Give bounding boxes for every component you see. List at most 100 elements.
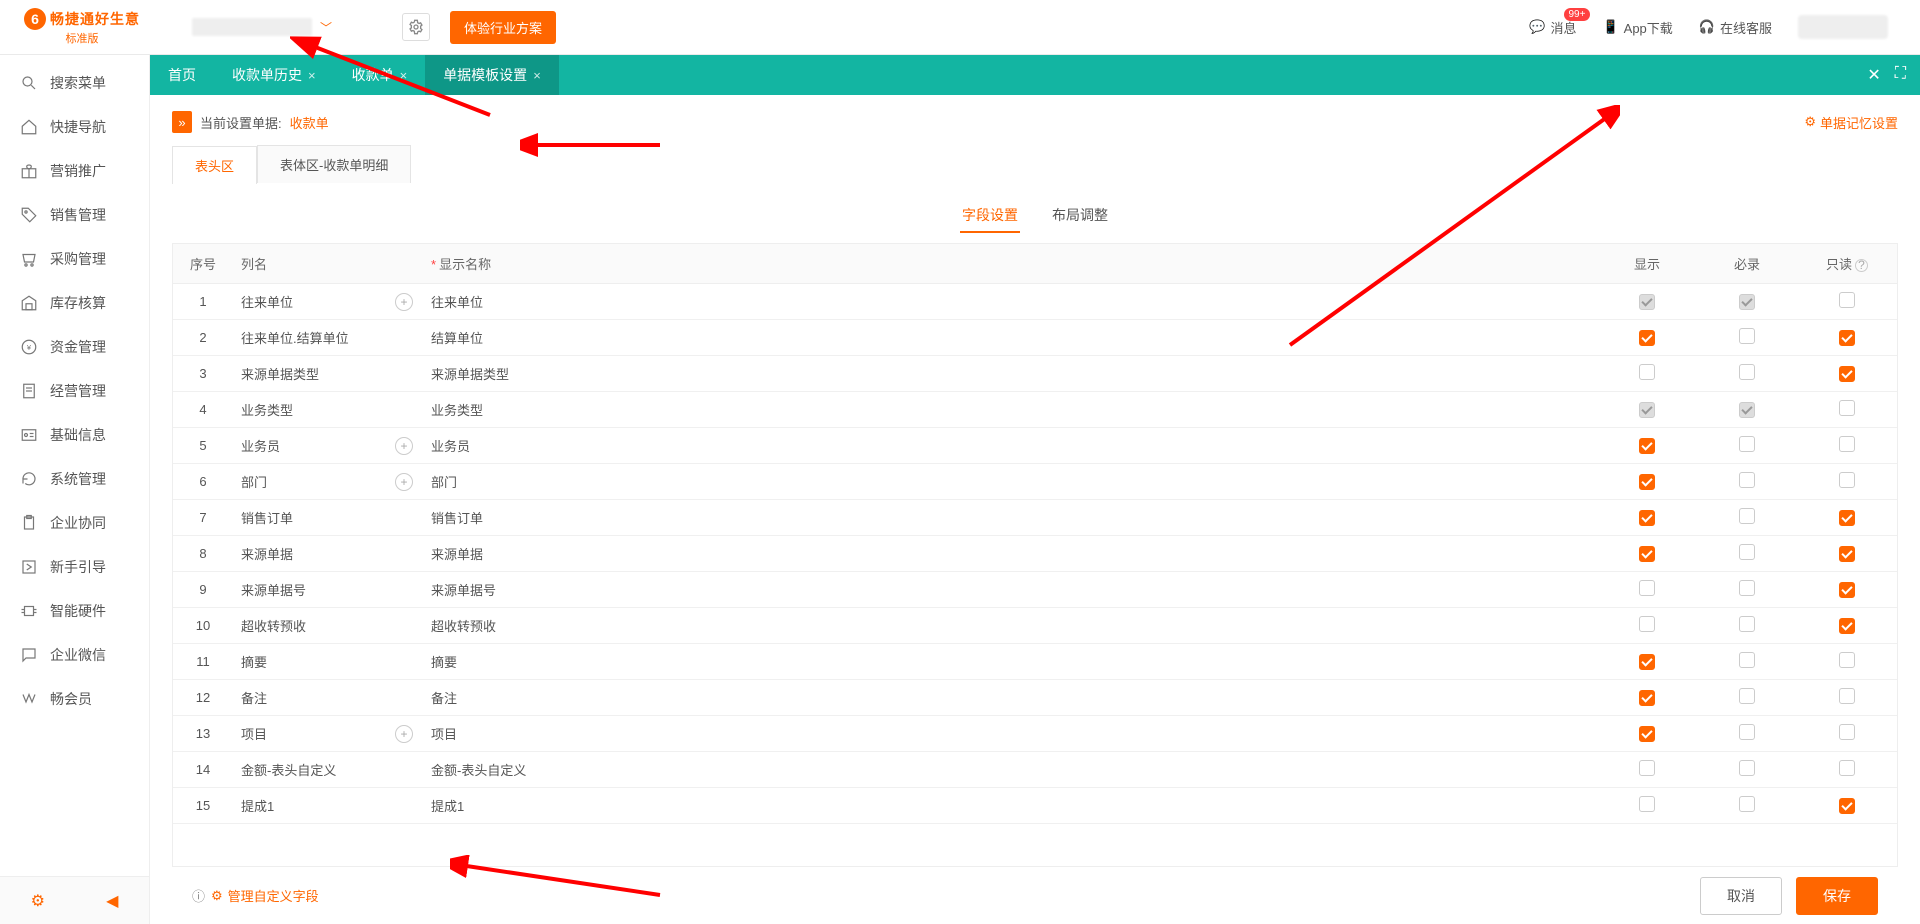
tab-layout-adjust[interactable]: 布局调整	[1050, 199, 1110, 233]
checkbox[interactable]	[1739, 652, 1755, 668]
sidebar-item-system[interactable]: 系统管理	[0, 457, 149, 501]
checkbox[interactable]	[1739, 508, 1755, 524]
checkbox[interactable]	[1639, 330, 1655, 346]
cell-display-name[interactable]: 业务员	[423, 428, 1597, 464]
sidebar-item-enterprise-co[interactable]: 企业协同	[0, 501, 149, 545]
checkbox[interactable]	[1839, 798, 1855, 814]
checkbox[interactable]	[1739, 688, 1755, 704]
checkbox[interactable]	[1839, 618, 1855, 634]
sidebar-item-operation[interactable]: 经营管理	[0, 369, 149, 413]
cell-display-name[interactable]: 往来单位	[423, 284, 1597, 320]
checkbox[interactable]	[1839, 688, 1855, 704]
cell-display-name[interactable]: 销售订单	[423, 500, 1597, 536]
add-icon[interactable]: +	[395, 437, 413, 455]
cell-display-name[interactable]: 来源单据号	[423, 572, 1597, 608]
help-icon[interactable]: ⓘ	[192, 886, 205, 905]
checkbox[interactable]	[1639, 580, 1655, 596]
sidebar-item-sales[interactable]: 销售管理	[0, 193, 149, 237]
expand-toggle[interactable]: »	[172, 111, 192, 133]
checkbox[interactable]	[1739, 436, 1755, 452]
checkbox[interactable]	[1639, 474, 1655, 490]
industry-solution-button[interactable]: 体验行业方案	[450, 11, 556, 44]
cell-display-name[interactable]: 项目	[423, 716, 1597, 752]
cell-display-name[interactable]: 部门	[423, 464, 1597, 500]
checkbox[interactable]	[1839, 400, 1855, 416]
settings-gear-button[interactable]	[402, 13, 430, 41]
help-icon[interactable]: ?	[1855, 259, 1868, 272]
checkbox[interactable]	[1839, 546, 1855, 562]
tab-field-settings[interactable]: 字段设置	[960, 199, 1020, 233]
checkbox[interactable]	[1739, 328, 1755, 344]
checkbox[interactable]	[1839, 436, 1855, 452]
checkbox[interactable]	[1739, 472, 1755, 488]
checkbox[interactable]	[1839, 330, 1855, 346]
checkbox[interactable]	[1839, 472, 1855, 488]
checkbox[interactable]	[1839, 292, 1855, 308]
sidebar-item-quick-nav[interactable]: 快捷导航	[0, 105, 149, 149]
sidebar-item-marketing[interactable]: 营销推广	[0, 149, 149, 193]
checkbox[interactable]	[1839, 510, 1855, 526]
add-icon[interactable]: +	[395, 725, 413, 743]
tab-template[interactable]: 单据模板设置×	[425, 55, 559, 95]
checkbox[interactable]	[1639, 796, 1655, 812]
tab-header-area[interactable]: 表头区	[172, 146, 257, 184]
add-icon[interactable]: +	[395, 473, 413, 491]
cell-display-name[interactable]: 来源单据	[423, 536, 1597, 572]
add-icon[interactable]: +	[395, 293, 413, 311]
save-button[interactable]: 保存	[1796, 877, 1878, 915]
sidebar-item-member[interactable]: 畅会员	[0, 677, 149, 721]
checkbox[interactable]	[1839, 724, 1855, 740]
checkbox[interactable]	[1839, 760, 1855, 776]
cell-display-name[interactable]: 业务类型	[423, 392, 1597, 428]
sidebar-item-funds[interactable]: ¥资金管理	[0, 325, 149, 369]
sidebar-collapse-icon[interactable]: ◀	[106, 891, 118, 911]
checkbox[interactable]	[1739, 724, 1755, 740]
close-icon[interactable]: ×	[400, 68, 408, 83]
user-avatar-blurred[interactable]	[1798, 15, 1888, 39]
sidebar-item-inventory[interactable]: 库存核算	[0, 281, 149, 325]
checkbox[interactable]	[1639, 726, 1655, 742]
checkbox[interactable]	[1639, 546, 1655, 562]
org-selector[interactable]: ﹀	[192, 18, 392, 36]
checkbox[interactable]	[1639, 616, 1655, 632]
cell-display-name[interactable]: 金额-表头自定义	[423, 752, 1597, 788]
checkbox[interactable]	[1739, 364, 1755, 380]
tab-receipt[interactable]: 收款单×	[334, 55, 426, 95]
cell-display-name[interactable]: 超收转预收	[423, 608, 1597, 644]
sidebar-settings-icon[interactable]: ⚙	[31, 891, 45, 911]
sidebar-item-smart-hw[interactable]: 智能硬件	[0, 589, 149, 633]
close-tab-icon[interactable]: ✕	[1867, 65, 1880, 85]
fields-table-wrap[interactable]: 序号 列名 *显示名称 显示 必录 只读? 1往来单位+往来单位2往来单位.结算…	[172, 243, 1898, 866]
checkbox[interactable]	[1739, 616, 1755, 632]
tab-receipt-history[interactable]: 收款单历史×	[214, 55, 334, 95]
close-icon[interactable]: ×	[308, 68, 316, 83]
messages-link[interactable]: 💬 消息 99+	[1529, 18, 1576, 37]
app-download-link[interactable]: 📱 App下载	[1602, 18, 1672, 37]
cell-display-name[interactable]: 结算单位	[423, 320, 1597, 356]
checkbox[interactable]	[1639, 364, 1655, 380]
cell-display-name[interactable]: 提成1	[423, 788, 1597, 824]
memory-settings-link[interactable]: ⚙ 单据记忆设置	[1804, 113, 1898, 132]
checkbox[interactable]	[1639, 510, 1655, 526]
tab-body-area[interactable]: 表体区-收款单明细	[257, 145, 411, 183]
checkbox[interactable]	[1839, 366, 1855, 382]
checkbox[interactable]	[1739, 580, 1755, 596]
sidebar-item-guide[interactable]: 新手引导	[0, 545, 149, 589]
online-service-link[interactable]: 🎧 在线客服	[1699, 18, 1772, 37]
sidebar-item-wework[interactable]: 企业微信	[0, 633, 149, 677]
sidebar-item-purchase[interactable]: 采购管理	[0, 237, 149, 281]
sidebar-item-search-menu[interactable]: 搜索菜单	[0, 61, 149, 105]
cell-display-name[interactable]: 摘要	[423, 644, 1597, 680]
cell-display-name[interactable]: 来源单据类型	[423, 356, 1597, 392]
checkbox[interactable]	[1739, 760, 1755, 776]
close-icon[interactable]: ×	[533, 68, 541, 83]
checkbox[interactable]	[1639, 690, 1655, 706]
checkbox[interactable]	[1839, 652, 1855, 668]
tab-home[interactable]: 首页	[150, 55, 214, 95]
sidebar-item-basic-info[interactable]: 基础信息	[0, 413, 149, 457]
checkbox[interactable]	[1639, 654, 1655, 670]
checkbox[interactable]	[1639, 438, 1655, 454]
checkbox[interactable]	[1639, 760, 1655, 776]
checkbox[interactable]	[1739, 796, 1755, 812]
checkbox[interactable]	[1739, 544, 1755, 560]
